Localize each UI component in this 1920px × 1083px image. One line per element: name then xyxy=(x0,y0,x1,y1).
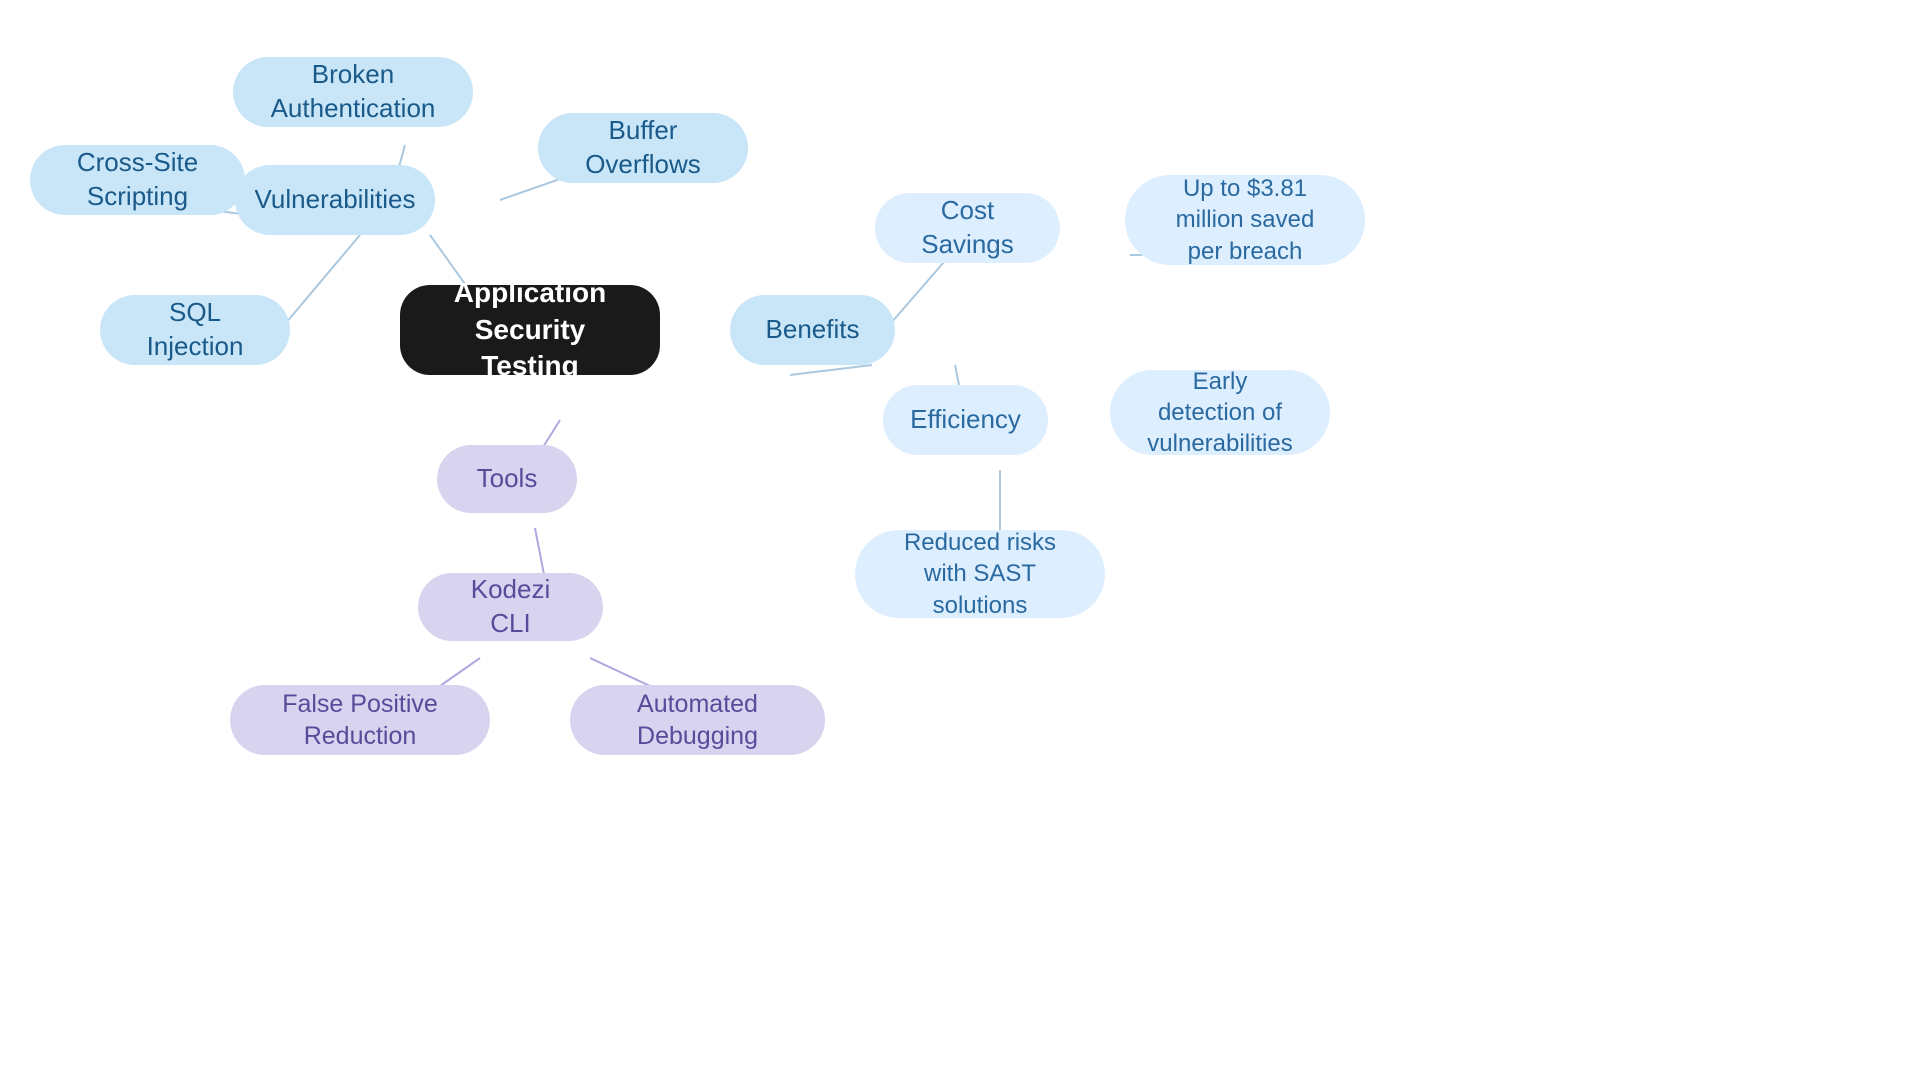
cost-savings-node: Cost Savings xyxy=(875,193,1060,263)
kodezi-node: Kodezi CLI xyxy=(418,573,603,641)
efficiency-node: Efficiency xyxy=(883,385,1048,455)
reduced-risks-node: Reduced risks with SAST solutions xyxy=(855,530,1105,618)
center-node: Static Application Security Testing (SAS… xyxy=(400,285,660,375)
cross-site-node: Cross-Site Scripting xyxy=(30,145,245,215)
auto-debug-node: Automated Debugging xyxy=(570,685,825,755)
benefits-node: Benefits xyxy=(730,295,895,365)
buffer-overflows-node: Buffer Overflows xyxy=(538,113,748,183)
vulnerabilities-node: Vulnerabilities xyxy=(235,165,435,235)
sql-injection-node: SQL Injection xyxy=(100,295,290,365)
broken-auth-node: Broken Authentication xyxy=(233,57,473,127)
cost-detail-node: Up to $3.81 million saved per breach xyxy=(1125,175,1365,265)
tools-node: Tools xyxy=(437,445,577,513)
early-detection-node: Early detection of vulnerabilities xyxy=(1110,370,1330,455)
false-positive-node: False Positive Reduction xyxy=(230,685,490,755)
